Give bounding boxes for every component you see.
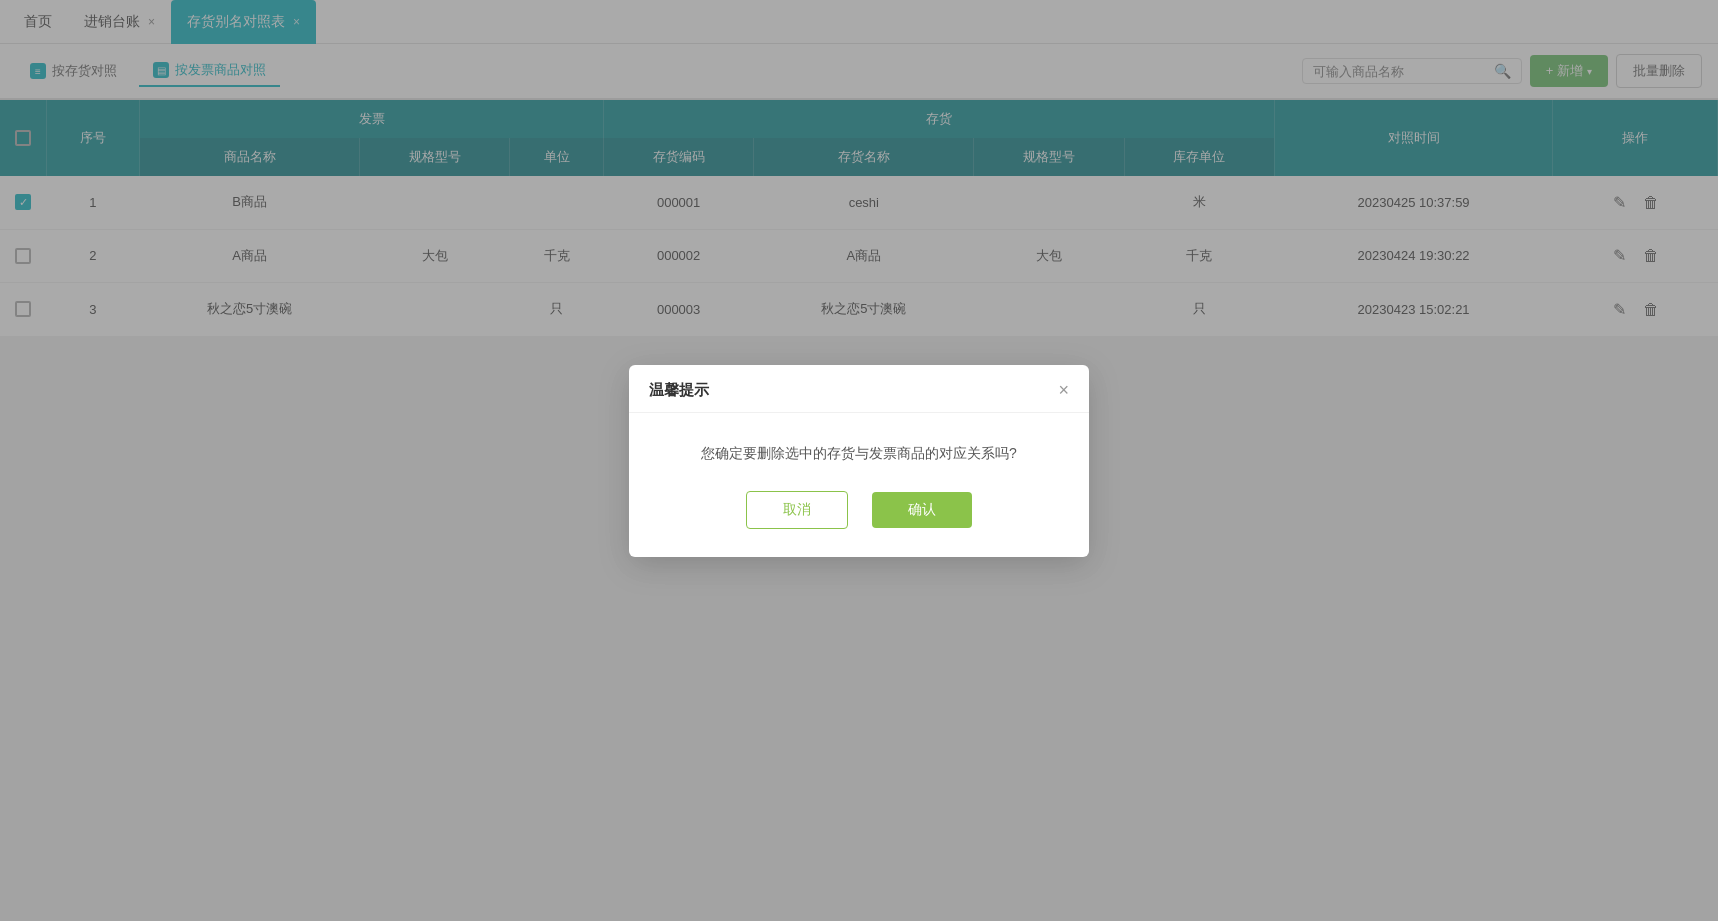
modal-overlay: 温馨提示 × 您确定要删除选中的存货与发票商品的对应关系吗? 取消 确认: [0, 0, 1718, 337]
